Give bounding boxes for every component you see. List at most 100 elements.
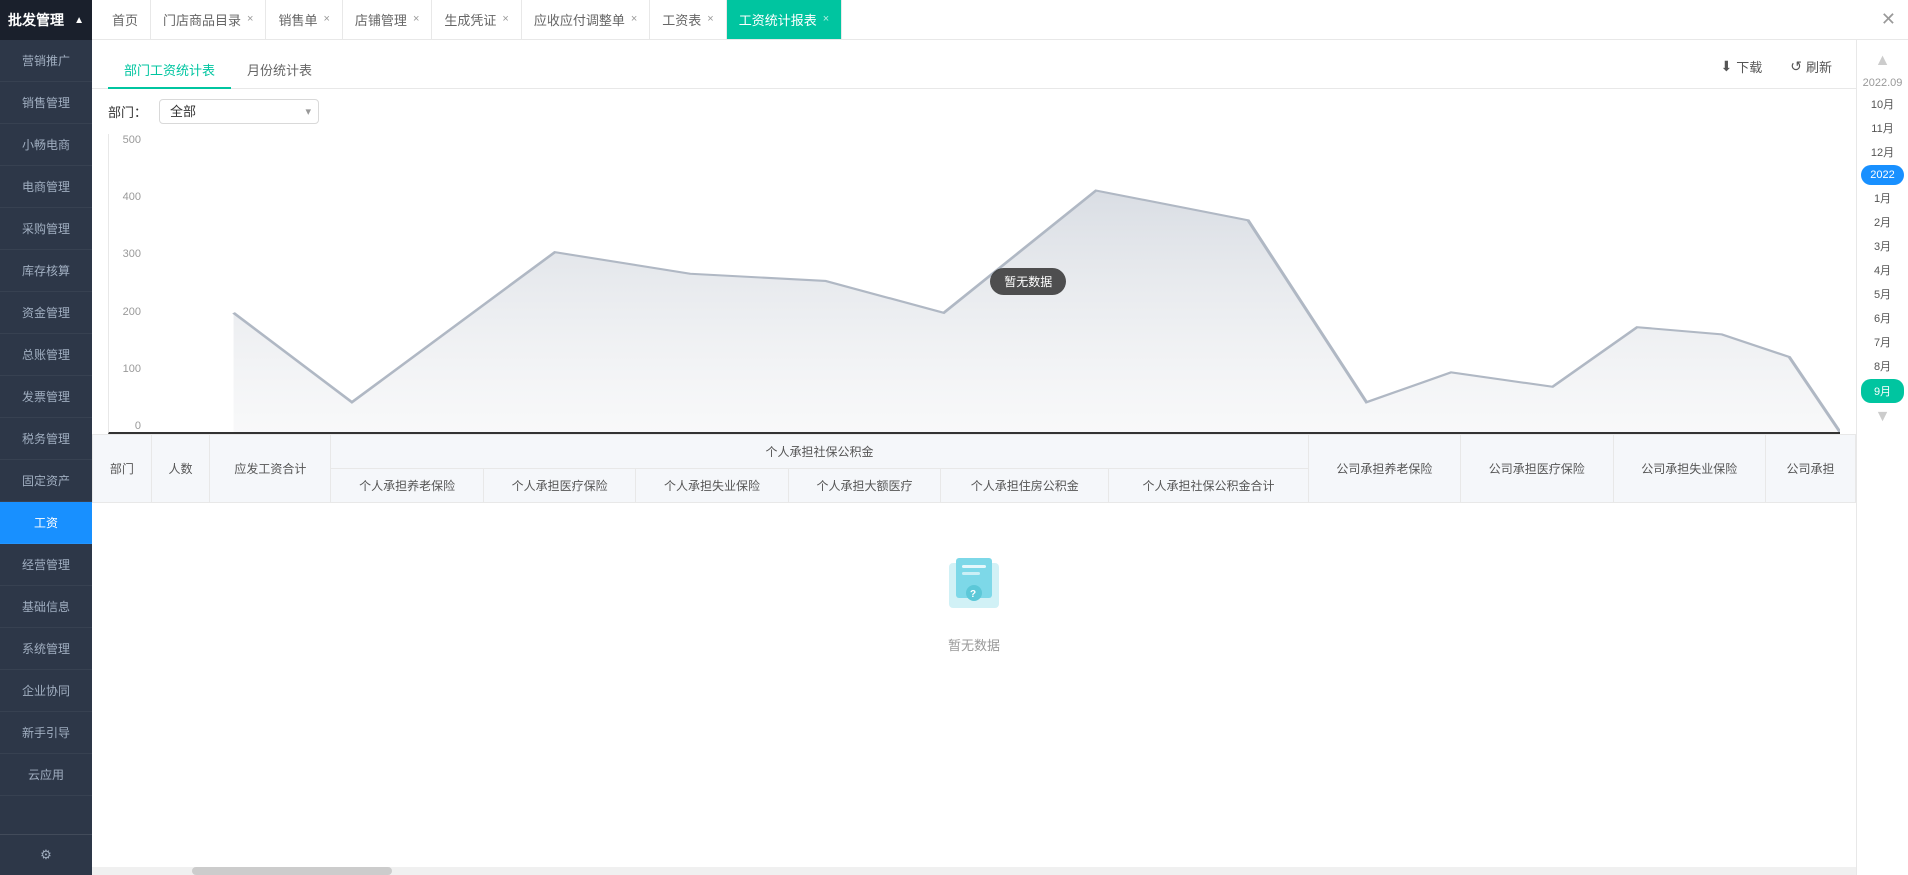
timeline-nav-down[interactable]: ▼ [1875, 404, 1891, 430]
sidebar-item-label: 小畅电商 [22, 138, 70, 152]
sidebar-item-finance[interactable]: 资金管理 [0, 292, 92, 334]
dept-label: 部门： [108, 102, 147, 121]
col-company-unemployment: 公司承担失业保险 [1613, 435, 1765, 503]
col-personal-total: 个人承担社保公积金合计 [1109, 469, 1308, 503]
sidebar-header[interactable]: 批发管理 ▲ [0, 0, 92, 40]
dept-select[interactable]: 全部 [159, 99, 319, 124]
col-dept: 部门 [93, 435, 152, 503]
tab-bar-close-button[interactable]: ✕ [1877, 9, 1900, 30]
timeline-month-sep[interactable]: 9月 [1861, 379, 1904, 403]
download-button[interactable]: ⬇ 下载 [1713, 53, 1771, 80]
tab-sales-order[interactable]: 销售单 × [266, 0, 342, 39]
tab-close-icon[interactable]: × [631, 14, 637, 25]
chart-svg: 暂无数据 [149, 134, 1840, 432]
timeline-month-may[interactable]: 5月 [1857, 282, 1908, 306]
col-group-personal: 个人承担社保公积金 [331, 435, 1308, 469]
svg-text:?: ? [970, 589, 976, 600]
tab-close-icon[interactable]: × [823, 14, 829, 25]
timeline-month-nov[interactable]: 11月 [1857, 116, 1908, 140]
chart-area: 0 100 200 300 400 500 [92, 134, 1856, 434]
sub-tab-label: 月份统计表 [247, 63, 312, 78]
timeline-month-jun[interactable]: 6月 [1857, 306, 1908, 330]
download-label: 下载 [1736, 57, 1762, 76]
sidebar-settings[interactable]: ⚙ [0, 834, 92, 875]
scrollbar[interactable] [92, 867, 1856, 875]
y-label-200: 200 [109, 306, 141, 318]
sidebar-item-sales[interactable]: 销售管理 [0, 82, 92, 124]
y-label-0: 0 [109, 420, 141, 432]
timeline-month-aug[interactable]: 8月 [1857, 354, 1908, 378]
sub-tab-month[interactable]: 月份统计表 [231, 52, 328, 89]
timeline-month-feb[interactable]: 2月 [1857, 210, 1908, 234]
timeline-month-dec[interactable]: 12月 [1857, 140, 1908, 164]
tab-store-products[interactable]: 门店商品目录 × [151, 0, 266, 39]
tab-label: 销售单 [278, 10, 317, 29]
sidebar-item-assets[interactable]: 固定资产 [0, 460, 92, 502]
sidebar-item-basicinfo[interactable]: 基础信息 [0, 586, 92, 628]
sidebar-item-label: 总账管理 [22, 348, 70, 362]
sidebar-item-marketing[interactable]: 营销推广 [0, 40, 92, 82]
y-label-400: 400 [109, 191, 141, 203]
tab-close-icon[interactable]: × [413, 14, 419, 25]
col-personal-unemployment: 个人承担失业保险 [636, 469, 788, 503]
tab-payroll[interactable]: 工资表 × [650, 0, 726, 39]
empty-state: ? 暂无数据 [92, 503, 1856, 694]
sidebar-arrow-icon: ▲ [74, 15, 84, 26]
sidebar-item-operations[interactable]: 经营管理 [0, 544, 92, 586]
y-label-100: 100 [109, 363, 141, 375]
timeline-month-apr[interactable]: 4月 [1857, 258, 1908, 282]
timeline-year-label: 2022.09 [1857, 74, 1908, 92]
sidebar-item-invoice[interactable]: 发票管理 [0, 376, 92, 418]
sidebar-item-tax[interactable]: 税务管理 [0, 418, 92, 460]
timeline-year-2022[interactable]: 2022 [1861, 165, 1904, 185]
sidebar-item-label: 基础信息 [22, 600, 70, 614]
sidebar-item-ecommerce-small[interactable]: 小畅电商 [0, 124, 92, 166]
refresh-button[interactable]: ↺ 刷新 [1782, 53, 1840, 80]
scrollbar-thumb[interactable] [192, 867, 392, 875]
timeline-month-jul[interactable]: 7月 [1857, 330, 1908, 354]
sidebar-item-label: 资金管理 [22, 306, 70, 320]
timeline-month-jan[interactable]: 1月 [1857, 186, 1908, 210]
sidebar-item-cloudapp[interactable]: 云应用 [0, 754, 92, 796]
timeline-month-oct[interactable]: 10月 [1857, 92, 1908, 116]
tab-label: 门店商品目录 [163, 10, 241, 29]
sidebar-item-label: 固定资产 [22, 474, 70, 488]
y-label-500: 500 [109, 134, 141, 146]
sidebar-item-ecommerce[interactable]: 电商管理 [0, 166, 92, 208]
tab-close-icon[interactable]: × [502, 14, 508, 25]
tab-label: 应收应付调整单 [534, 10, 625, 29]
tab-home[interactable]: 首页 [100, 0, 151, 39]
sidebar-title: 批发管理 [8, 10, 64, 30]
sidebar-item-label: 新手引导 [22, 726, 70, 740]
main-area: 首页 门店商品目录 × 销售单 × 店铺管理 × 生成凭证 × 应收应付调整单 … [92, 0, 1908, 875]
sidebar-item-label: 企业协同 [22, 684, 70, 698]
tab-generate-voucher[interactable]: 生成凭证 × [432, 0, 521, 39]
timeline-month-mar[interactable]: 3月 [1857, 234, 1908, 258]
refresh-icon: ↺ [1790, 58, 1802, 75]
empty-text: 暂无数据 [948, 635, 1000, 654]
sidebar-item-label: 采购管理 [22, 222, 70, 236]
timeline-nav-up[interactable]: ▲ [1875, 48, 1891, 74]
sidebar-item-payroll[interactable]: 工资 [0, 502, 92, 544]
sidebar-item-collab[interactable]: 企业协同 [0, 670, 92, 712]
col-headcount: 人数 [151, 435, 210, 503]
sidebar-item-inventory[interactable]: 库存核算 [0, 250, 92, 292]
sub-tab-dept[interactable]: 部门工资统计表 [108, 52, 231, 89]
sidebar-item-sysadmin[interactable]: 系统管理 [0, 628, 92, 670]
tab-close-icon[interactable]: × [323, 14, 329, 25]
sidebar-item-purchase[interactable]: 采购管理 [0, 208, 92, 250]
tab-close-icon[interactable]: × [247, 14, 253, 25]
sidebar-item-label: 销售管理 [22, 96, 70, 110]
tab-ar-ap[interactable]: 应收应付调整单 × [522, 0, 650, 39]
tab-payroll-report[interactable]: 工资统计报表 × [727, 0, 842, 39]
settings-icon: ⚙ [40, 847, 52, 862]
sidebar-item-ledger[interactable]: 总账管理 [0, 334, 92, 376]
sidebar-item-label: 经营管理 [22, 558, 70, 572]
tab-store-mgmt[interactable]: 店铺管理 × [343, 0, 432, 39]
refresh-label: 刷新 [1806, 57, 1832, 76]
table-area[interactable]: 部门 人数 应发工资合计 个人承担社保公积金 公司承担养老保险 公司承担医疗保险… [92, 434, 1856, 867]
tab-close-icon[interactable]: × [707, 14, 713, 25]
sidebar-item-guide[interactable]: 新手引导 [0, 712, 92, 754]
sidebar-item-label: 发票管理 [22, 390, 70, 404]
timeline-sidebar: ▲ 2022.09 10月 11月 12月 2022 1月 2月 3月 4月 5… [1856, 40, 1908, 875]
